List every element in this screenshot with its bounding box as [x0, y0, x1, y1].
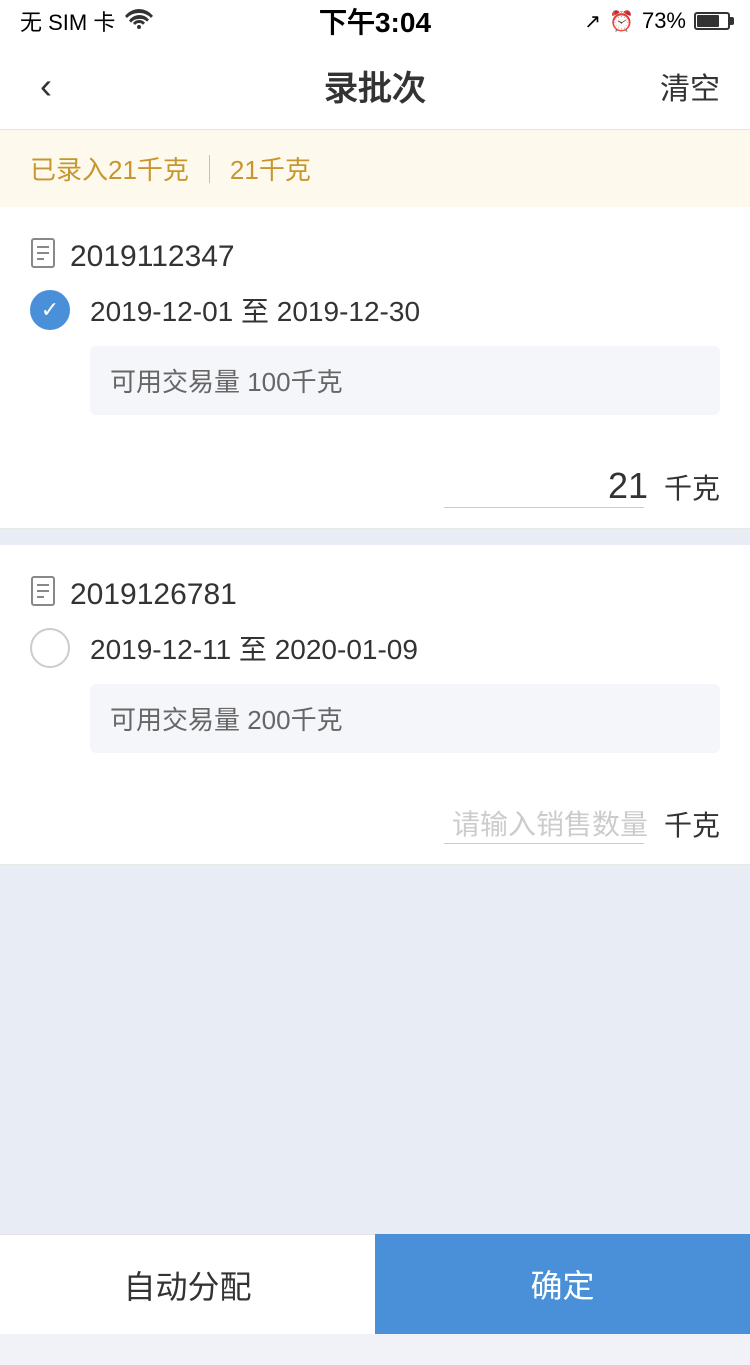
qty-row-1: 21 千克 — [0, 445, 750, 529]
batch-id-1: 2019112347 — [70, 240, 235, 274]
batch-header-1: 2019112347 — [30, 237, 720, 276]
page-title: 录批次 — [324, 61, 426, 110]
carrier-text: 无 SIM 卡 — [20, 5, 115, 37]
batch-id-icon-2 — [30, 575, 60, 614]
status-time: 下午3:04 — [319, 1, 431, 41]
qty-underline-2 — [444, 843, 644, 844]
batch-date-row-2: 2019-12-11 至 2020-01-09 — [30, 628, 720, 668]
section-separator — [0, 529, 750, 545]
batch-date-2: 2019-12-11 至 2020-01-09 — [90, 628, 418, 668]
qty-row-2: 请输入销售数量 千克 — [0, 783, 750, 865]
available-qty-1: 可用交易量 100千克 — [90, 346, 720, 415]
batch-id-icon-1 — [30, 237, 60, 276]
location-icon: ↗ — [584, 9, 601, 34]
summary-divider — [209, 155, 210, 183]
radio-btn-1[interactable] — [30, 290, 70, 330]
confirm-button[interactable]: 确定 — [375, 1234, 750, 1334]
batch-date-row-1: 2019-12-01 至 2019-12-30 — [30, 290, 720, 330]
status-left: 无 SIM 卡 — [20, 5, 153, 37]
status-right: ↗ ⏰ 73% — [584, 8, 730, 34]
wifi-icon — [125, 7, 153, 35]
qty-unit-2: 千克 — [664, 804, 720, 844]
qty-placeholder-2[interactable]: 请输入销售数量 — [452, 803, 648, 843]
auto-distribute-button[interactable]: 自动分配 — [0, 1234, 375, 1334]
batch-item-2: 2019126781 2019-12-11 至 2020-01-09 可用交易量… — [0, 545, 750, 783]
bottom-bar: 自动分配 确定 — [0, 1234, 750, 1334]
qty-value-1: 21 — [608, 465, 648, 507]
available-qty-2: 可用交易量 200千克 — [90, 684, 720, 753]
batch-card-1: 2019112347 2019-12-01 至 2019-12-30 可用交易量… — [0, 207, 750, 529]
summary-value: 21千克 — [230, 150, 311, 187]
nav-bar: ‹ 录批次 清空 — [0, 42, 750, 130]
battery-icon — [694, 12, 730, 30]
qty-underline-1 — [444, 507, 644, 508]
radio-btn-2[interactable] — [30, 628, 70, 668]
alarm-icon: ⏰ — [609, 9, 634, 34]
empty-area — [0, 865, 750, 1265]
batch-card-2: 2019126781 2019-12-11 至 2020-01-09 可用交易量… — [0, 545, 750, 865]
batch-header-2: 2019126781 — [30, 575, 720, 614]
battery-percent: 73% — [642, 8, 686, 34]
qty-unit-1: 千克 — [664, 467, 720, 507]
batch-item-1: 2019112347 2019-12-01 至 2019-12-30 可用交易量… — [0, 207, 750, 445]
summary-bar: 已录入21千克 21千克 — [0, 130, 750, 207]
clear-button[interactable]: 清空 — [660, 64, 720, 108]
status-bar: 无 SIM 卡 下午3:04 ↗ ⏰ 73% — [0, 0, 750, 42]
back-button[interactable]: ‹ — [30, 55, 62, 117]
summary-label: 已录入21千克 — [30, 150, 189, 187]
batch-date-1: 2019-12-01 至 2019-12-30 — [90, 290, 420, 330]
batch-id-2: 2019126781 — [70, 578, 237, 612]
